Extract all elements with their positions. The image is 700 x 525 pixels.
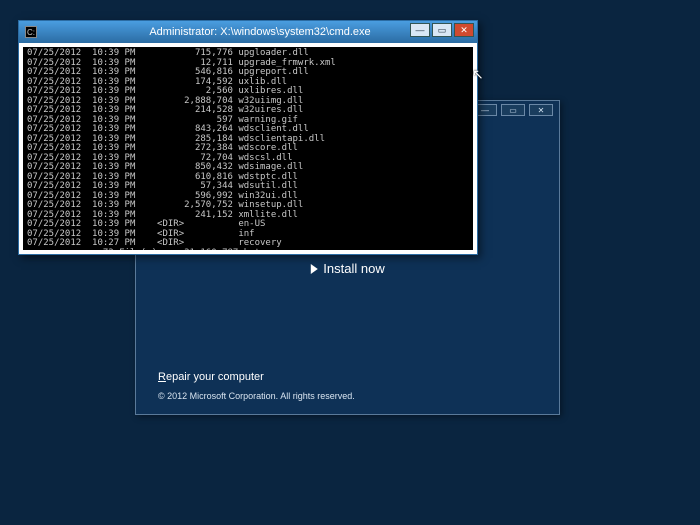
cmd-minimize-button[interactable]: —	[410, 23, 430, 37]
cmd-maximize-button[interactable]: ▭	[432, 23, 452, 37]
installer-maximize-button[interactable]: ▭	[501, 104, 525, 116]
install-now-label: Install now	[323, 261, 384, 276]
cmd-icon: C:	[25, 26, 37, 38]
cmd-close-button[interactable]: ✕	[454, 23, 474, 37]
install-now-button[interactable]: Install now	[310, 261, 384, 276]
cmd-window: C: Administrator: X:\windows\system32\cm…	[18, 20, 478, 255]
play-arrow-icon	[310, 264, 317, 274]
cmd-titlebar[interactable]: C: Administrator: X:\windows\system32\cm…	[19, 21, 477, 43]
installer-close-button[interactable]: ✕	[529, 104, 553, 116]
cmd-summary-files: 73 File(s) 31,160,787 bytes	[27, 248, 271, 251]
cmd-window-buttons: — ▭ ✕	[410, 23, 474, 37]
cmd-output[interactable]: 07/25/2012 10:39 PM 715,776 upgloader.dl…	[23, 47, 473, 250]
repair-computer-link[interactable]: Repair your computer	[158, 371, 264, 383]
copyright-text: © 2012 Microsoft Corporation. All rights…	[158, 391, 355, 401]
